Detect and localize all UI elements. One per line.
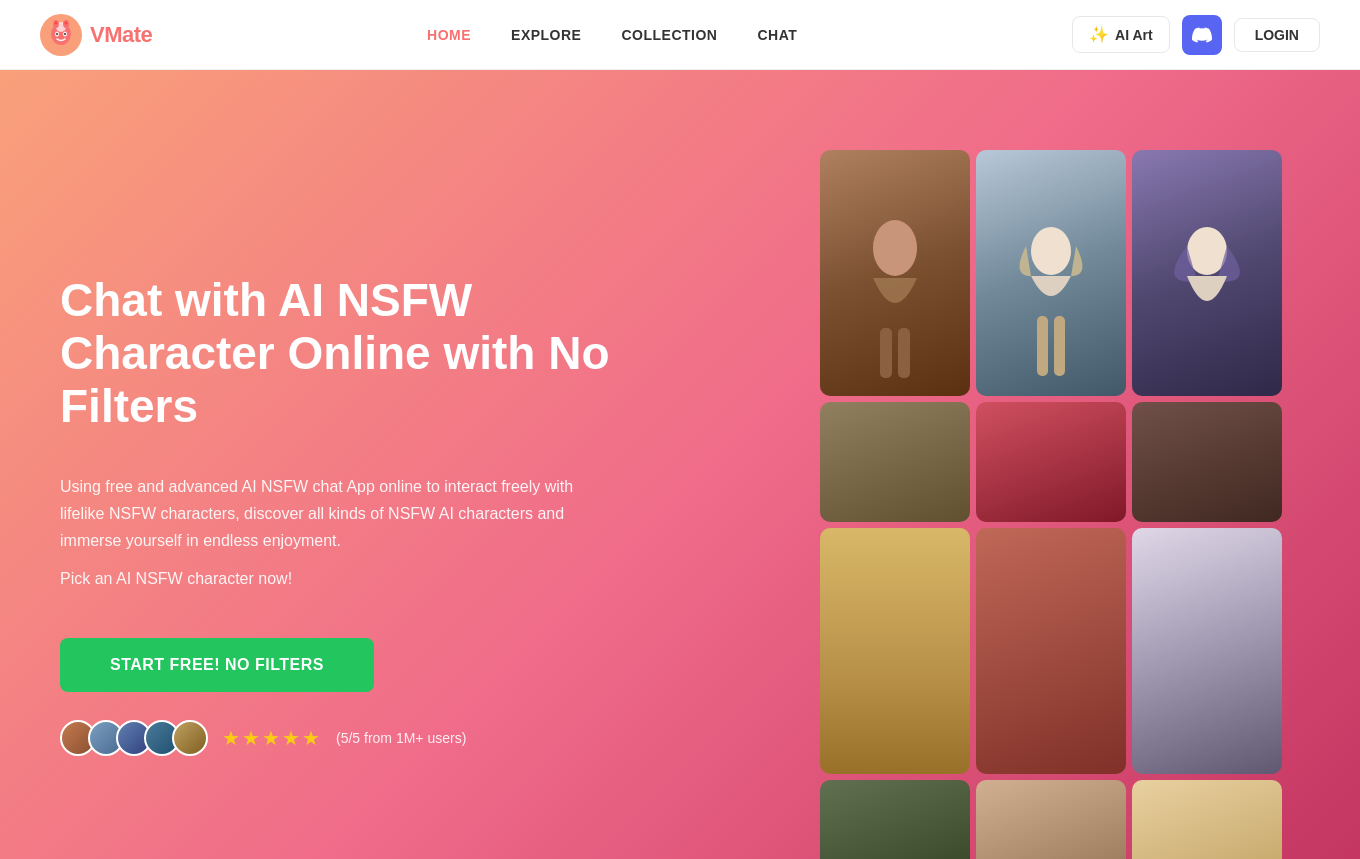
character-image-5[interactable] [976,402,1126,522]
main-nav: HOME EXPLORE COLLECTION CHAT [427,27,797,43]
character-image-12[interactable] [1132,780,1282,859]
character-image-2[interactable] [976,150,1126,396]
svg-rect-13 [898,328,910,378]
character-silhouette-3 [1147,196,1267,396]
avatar [172,720,208,756]
character-image-6[interactable] [1132,402,1282,522]
svg-point-5 [55,21,58,24]
character-image-9[interactable] [1132,528,1282,774]
nav-explore[interactable]: EXPLORE [511,27,581,43]
logo-text: VMate [90,22,152,48]
svg-point-9 [56,33,58,35]
rating-text: (5/5 from 1M+ users) [336,730,466,746]
discord-icon [1192,25,1212,45]
character-silhouette-2 [991,196,1111,396]
user-avatars [60,720,208,756]
ai-art-button[interactable]: ✨ AI Art [1072,16,1170,53]
hero-title: Chat with AI NSFW Character Online with … [60,274,660,433]
discord-button[interactable] [1182,15,1222,55]
hero-section: Chat with AI NSFW Character Online with … [0,70,1360,859]
svg-point-14 [1031,227,1071,275]
login-button[interactable]: LOGIN [1234,18,1320,52]
character-image-7[interactable] [820,528,970,774]
logo-area[interactable]: VMate [40,14,152,56]
hero-image-grid [820,150,1300,859]
hero-description: Using free and advanced AI NSFW chat App… [60,473,580,555]
ai-art-label: AI Art [1115,27,1153,43]
hero-left: Chat with AI NSFW Character Online with … [60,274,660,756]
character-image-3[interactable] [1132,150,1282,396]
rating-area: ★★★★★ (5/5 from 1M+ users) [60,720,660,756]
stars-display: ★★★★★ [222,726,322,750]
character-image-10[interactable] [820,780,970,859]
svg-point-11 [873,220,917,276]
svg-rect-16 [1054,316,1065,376]
character-image-1[interactable] [820,150,970,396]
hero-pick-text: Pick an AI NSFW character now! [60,570,660,588]
nav-collection[interactable]: COLLECTION [621,27,717,43]
svg-point-10 [64,33,66,35]
header: VMate HOME EXPLORE COLLECTION CHAT ✨ AI … [0,0,1360,70]
character-silhouette-1 [835,188,955,388]
svg-rect-12 [880,328,892,378]
nav-home[interactable]: HOME [427,27,471,43]
character-image-8[interactable] [976,528,1126,774]
logo-icon [40,14,82,56]
sparkle-icon: ✨ [1089,25,1109,44]
svg-rect-15 [1037,316,1048,376]
svg-point-6 [65,21,68,24]
nav-chat[interactable]: CHAT [757,27,797,43]
character-image-4[interactable] [820,402,970,522]
header-right: ✨ AI Art LOGIN [1072,15,1320,55]
start-free-button[interactable]: START FREE! NO FILTERS [60,638,374,692]
character-image-11[interactable] [976,780,1126,859]
